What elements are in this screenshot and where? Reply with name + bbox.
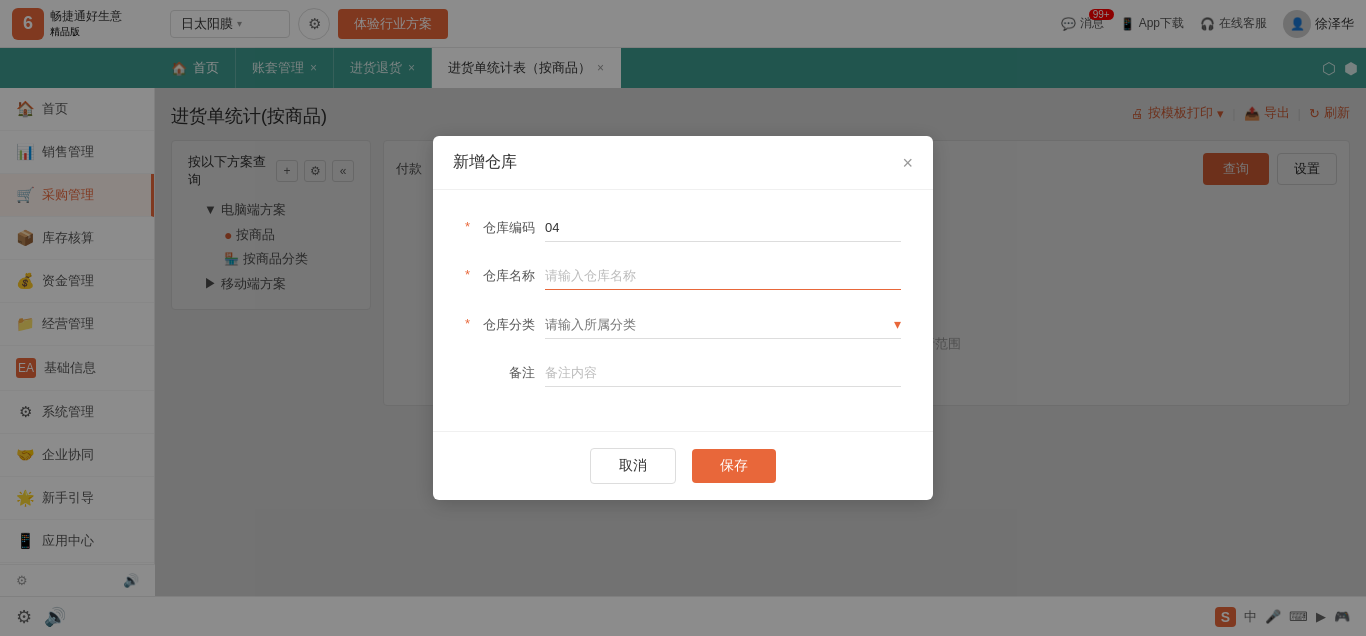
note-input[interactable] (545, 359, 901, 387)
modal-body: 仓库编码 仓库名称 仓库分类 ▾ 备注 (433, 190, 933, 431)
modal-title: 新增仓库 (453, 152, 517, 173)
code-input[interactable] (545, 214, 901, 242)
modal-header: 新增仓库 × (433, 136, 933, 190)
form-item-category: 仓库分类 ▾ (465, 310, 901, 339)
category-input[interactable] (545, 317, 894, 332)
form-item-note: 备注 (465, 359, 901, 387)
category-arrow-icon: ▾ (894, 316, 901, 332)
category-select[interactable]: ▾ (545, 310, 901, 339)
form-item-code: 仓库编码 (465, 214, 901, 242)
form-item-name: 仓库名称 (465, 262, 901, 290)
cancel-button[interactable]: 取消 (590, 448, 676, 484)
modal-overlay: 新增仓库 × 仓库编码 仓库名称 仓库分类 ▾ (0, 0, 1366, 636)
modal-close-icon[interactable]: × (902, 154, 913, 172)
note-label: 备注 (465, 364, 545, 382)
name-label: 仓库名称 (465, 267, 545, 285)
save-button[interactable]: 保存 (692, 449, 776, 483)
code-label: 仓库编码 (465, 219, 545, 237)
add-warehouse-modal: 新增仓库 × 仓库编码 仓库名称 仓库分类 ▾ (433, 136, 933, 500)
category-label: 仓库分类 (465, 316, 545, 334)
name-input[interactable] (545, 262, 901, 290)
modal-footer: 取消 保存 (433, 431, 933, 500)
